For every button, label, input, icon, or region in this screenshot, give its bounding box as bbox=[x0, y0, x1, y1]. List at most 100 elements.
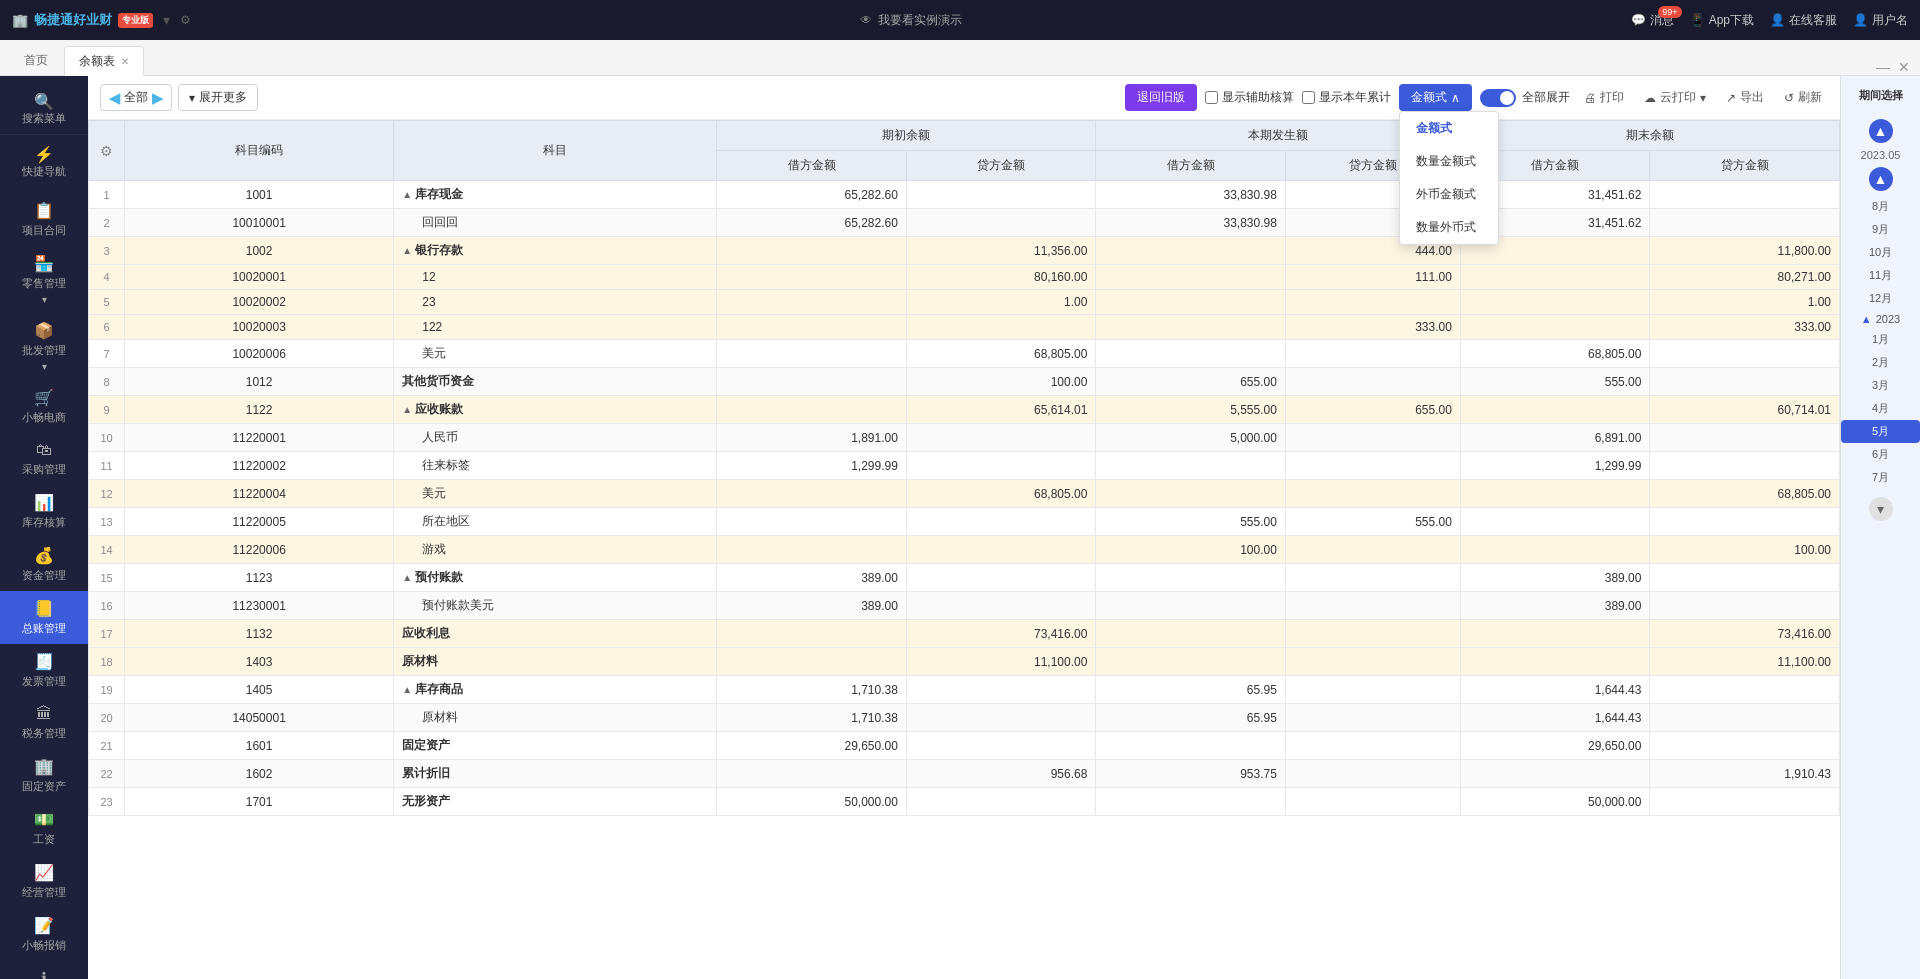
sidebar-item-inventory[interactable]: 📊 库存核算 bbox=[0, 485, 88, 538]
period-down-btn[interactable]: ▾ bbox=[1869, 497, 1893, 521]
sidebar-item-invoice[interactable]: 🧾 发票管理 bbox=[0, 644, 88, 697]
refresh-icon: ↺ bbox=[1784, 91, 1794, 105]
row-expand-icon[interactable]: ▲ bbox=[402, 404, 415, 415]
row-num: 21 bbox=[89, 732, 125, 760]
period-jan[interactable]: 1月 bbox=[1841, 328, 1920, 351]
all-filter-btn[interactable]: ◀ 全部 ▶ bbox=[100, 84, 172, 111]
tab-home[interactable]: 首页 bbox=[10, 45, 62, 75]
sidebar-item-retail[interactable]: 🏪 零售管理 ▾ bbox=[0, 246, 88, 313]
sidebar-item-project[interactable]: 📋 项目合同 bbox=[0, 193, 88, 246]
period-may[interactable]: 5月 bbox=[1841, 420, 1920, 443]
mode-option-qty-amount[interactable]: 数量金额式 bbox=[1400, 145, 1498, 178]
mode-option-amount[interactable]: 金额式 bbox=[1400, 112, 1498, 145]
row-num: 4 bbox=[89, 265, 125, 290]
row-code: 1123 bbox=[125, 564, 394, 592]
filter-right-arrow[interactable]: ▶ bbox=[152, 90, 163, 106]
export-btn[interactable]: ↗ 导出 bbox=[1720, 85, 1770, 110]
tab-close-icon[interactable]: ✕ bbox=[1898, 59, 1910, 75]
aux-checkbox-input[interactable] bbox=[1205, 91, 1218, 104]
row-eb-credit bbox=[1650, 181, 1840, 209]
period-aug[interactable]: 8月 bbox=[1841, 195, 1920, 218]
expand-more-btn[interactable]: ▾ 展开更多 bbox=[178, 84, 258, 111]
sidebar-item-ledger[interactable]: 📒 总账管理 bbox=[0, 591, 88, 644]
expand-icon[interactable]: ▾ bbox=[163, 12, 170, 28]
ytd-checkbox-input[interactable] bbox=[1302, 91, 1315, 104]
sidebar-item-basic-info[interactable]: ℹ 基础信息 bbox=[0, 961, 88, 979]
row-name-indent: 游戏 bbox=[402, 542, 446, 556]
sidebar-item-salary[interactable]: 💵 工资 bbox=[0, 802, 88, 855]
row-ob-debit: 389.00 bbox=[717, 564, 907, 592]
settings-col-header[interactable]: ⚙ bbox=[89, 121, 125, 181]
user-btn[interactable]: 👤 用户名 bbox=[1853, 12, 1908, 29]
row-ob-debit bbox=[717, 265, 907, 290]
cloud-print-btn[interactable]: ☁ 云打印 ▾ bbox=[1638, 85, 1712, 110]
row-cur-debit bbox=[1096, 315, 1286, 340]
capital-icon: 💰 bbox=[34, 546, 54, 565]
row-eb-credit: 11,800.00 bbox=[1650, 237, 1840, 265]
row-name-bold: 库存现金 bbox=[415, 187, 463, 201]
period-feb[interactable]: 2月 bbox=[1841, 351, 1920, 374]
refresh-btn[interactable]: ↺ 刷新 bbox=[1778, 85, 1828, 110]
row-cur-debit bbox=[1096, 620, 1286, 648]
period-jun[interactable]: 6月 bbox=[1841, 443, 1920, 466]
row-name-bold: 预付账款 bbox=[415, 570, 463, 584]
sidebar-item-expense[interactable]: 📝 小畅报销 bbox=[0, 908, 88, 961]
tab-balance-sheet[interactable]: 余额表 ✕ bbox=[64, 46, 144, 76]
period-up-btn[interactable]: ▲ bbox=[1869, 119, 1893, 143]
online-service-btn[interactable]: 👤 在线客服 bbox=[1770, 12, 1837, 29]
period-mar[interactable]: 3月 bbox=[1841, 374, 1920, 397]
row-num: 17 bbox=[89, 620, 125, 648]
row-expand-icon[interactable]: ▲ bbox=[402, 572, 415, 583]
return-old-btn[interactable]: 退回旧版 bbox=[1125, 84, 1197, 111]
row-expand-icon[interactable]: ▲ bbox=[402, 189, 415, 200]
settings-icon[interactable]: ⚙ bbox=[180, 13, 191, 27]
sidebar-item-search[interactable]: 🔍 搜索菜单 bbox=[0, 84, 88, 135]
period-sep[interactable]: 9月 bbox=[1841, 218, 1920, 241]
row-cur-debit bbox=[1096, 452, 1286, 480]
period-nov[interactable]: 11月 bbox=[1841, 264, 1920, 287]
demo-text[interactable]: 我要看实例演示 bbox=[878, 12, 962, 29]
row-expand-icon[interactable]: ▲ bbox=[402, 684, 415, 695]
sidebar-item-ecommerce[interactable]: 🛒 小畅电商 bbox=[0, 380, 88, 433]
tab-close-btn[interactable]: ✕ bbox=[121, 56, 129, 67]
row-code: 11230001 bbox=[125, 592, 394, 620]
app-download-btn[interactable]: 📱 App下载 bbox=[1690, 12, 1754, 29]
msg-icon: 💬 bbox=[1631, 13, 1646, 27]
ytd-label: 显示本年累计 bbox=[1319, 89, 1391, 106]
sidebar-item-wholesale[interactable]: 📦 批发管理 ▾ bbox=[0, 313, 88, 380]
mode-select-btn[interactable]: 金额式 ∧ bbox=[1399, 84, 1472, 111]
row-name-bold: 固定资产 bbox=[402, 738, 450, 752]
sidebar-item-quicknav[interactable]: ⚡ 快捷导航 bbox=[0, 139, 88, 185]
row-code: 10020006 bbox=[125, 340, 394, 368]
row-ob-debit bbox=[717, 480, 907, 508]
sidebar-item-purchase[interactable]: 🛍 采购管理 bbox=[0, 433, 88, 485]
tab-minimize-icon[interactable]: — bbox=[1876, 59, 1890, 75]
sidebar-item-operation[interactable]: 📈 经营管理 bbox=[0, 855, 88, 908]
period-up2-btn[interactable]: ▲ bbox=[1869, 167, 1893, 191]
mode-option-foreign-amount[interactable]: 外币金额式 bbox=[1400, 178, 1498, 211]
row-cur-debit: 5,000.00 bbox=[1096, 424, 1286, 452]
show-aux-checkbox[interactable]: 显示辅助核算 bbox=[1205, 89, 1294, 106]
sidebar-item-capital[interactable]: 💰 资金管理 bbox=[0, 538, 88, 591]
show-ytd-checkbox[interactable]: 显示本年累计 bbox=[1302, 89, 1391, 106]
row-expand-icon[interactable]: ▲ bbox=[402, 245, 415, 256]
row-name-bold: 应收账款 bbox=[415, 402, 463, 416]
row-code: 1403 bbox=[125, 648, 394, 676]
period-jul[interactable]: 7月 bbox=[1841, 466, 1920, 489]
mode-option-qty-foreign[interactable]: 数量外币式 bbox=[1400, 211, 1498, 244]
year-2023: 2023 bbox=[1876, 313, 1900, 325]
period-year-start: 2023.05 bbox=[1859, 147, 1903, 163]
row-ob-credit bbox=[906, 788, 1096, 816]
period-dec[interactable]: 12月 bbox=[1841, 287, 1920, 310]
switch-control[interactable] bbox=[1480, 89, 1516, 107]
row-cur-debit: 655.00 bbox=[1096, 368, 1286, 396]
sidebar-item-tax[interactable]: 🏛 税务管理 bbox=[0, 697, 88, 749]
period-apr[interactable]: 4月 bbox=[1841, 397, 1920, 420]
sidebar-item-fixed-assets[interactable]: 🏢 固定资产 bbox=[0, 749, 88, 802]
row-ob-debit: 65,282.60 bbox=[717, 209, 907, 237]
col-settings-icon[interactable]: ⚙ bbox=[100, 143, 113, 159]
period-oct[interactable]: 10月 bbox=[1841, 241, 1920, 264]
print-btn[interactable]: 🖨 打印 bbox=[1578, 85, 1630, 110]
notification-btn[interactable]: 💬 99+ 消息 bbox=[1631, 12, 1674, 29]
expand-all-toggle[interactable]: 全部展开 bbox=[1480, 89, 1570, 107]
